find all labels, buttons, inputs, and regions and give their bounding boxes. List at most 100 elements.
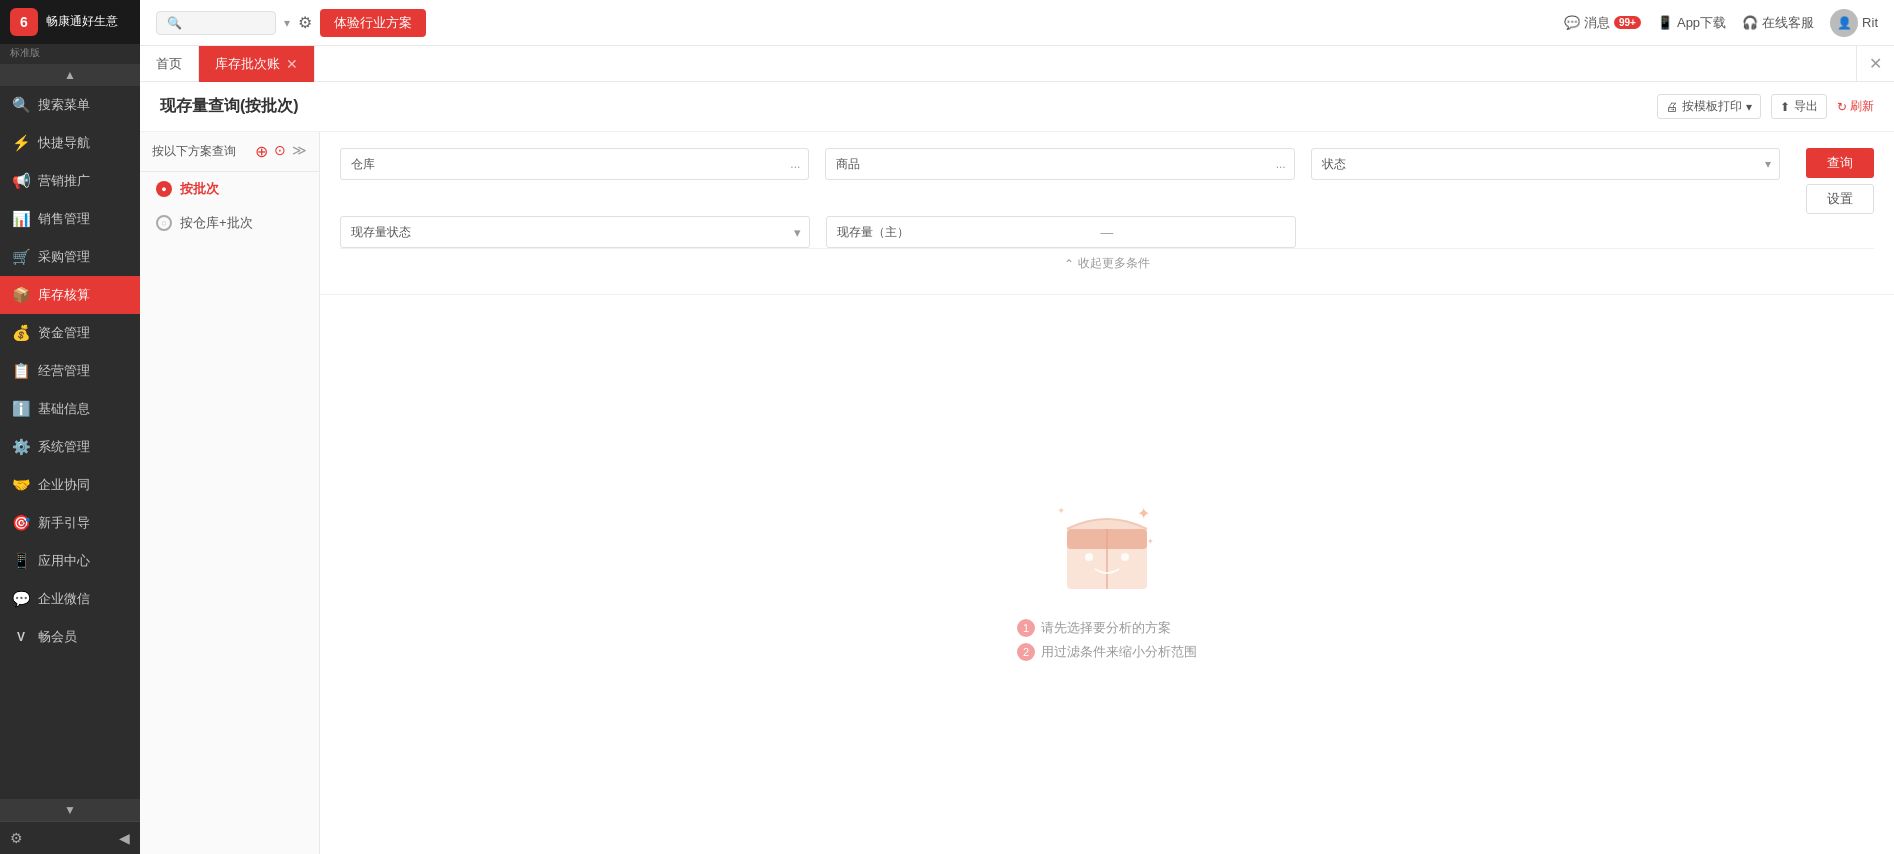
basic-info-icon: ℹ️: [12, 400, 30, 418]
status-field: 状态 ▾: [1311, 148, 1780, 180]
messages-badge: 99+: [1614, 16, 1641, 29]
inventory-icon: 📦: [12, 286, 30, 304]
sidebar-item-sales[interactable]: 📊 销售管理: [0, 200, 140, 238]
inventory-status-field: 现存量状态 ▾: [340, 216, 810, 248]
empty-tip-2: 2 用过滤条件来缩小分析范围: [1017, 643, 1197, 661]
app-download-item[interactable]: 📱 App下载: [1657, 14, 1726, 32]
filter-by-batch[interactable]: ● 按批次: [140, 172, 319, 206]
sidebar-item-app-center-label: 应用中心: [38, 552, 90, 570]
sidebar-item-purchase[interactable]: 🛒 采购管理: [0, 238, 140, 276]
print-template-btn[interactable]: 🖨 按模板打印 ▾: [1657, 94, 1761, 119]
sidebar-item-operations[interactable]: 📋 经营管理: [0, 352, 140, 390]
messages-item[interactable]: 💬 消息 99+: [1564, 14, 1641, 32]
status-dropdown-icon[interactable]: ▾: [1757, 157, 1779, 171]
sidebar-item-operations-label: 经营管理: [38, 362, 90, 380]
online-service-icon: 🎧: [1742, 15, 1758, 30]
tab-home[interactable]: 首页: [140, 46, 199, 82]
sidebar-item-app-center[interactable]: 📱 应用中心: [0, 542, 140, 580]
inventory-amount-to[interactable]: [1120, 225, 1296, 239]
sidebar-item-sales-label: 销售管理: [38, 210, 90, 228]
filter-by-warehouse-batch[interactable]: ○ 按仓库+批次: [140, 206, 319, 240]
user-profile[interactable]: 👤 Rit: [1830, 9, 1878, 37]
sidebar-scroll-up[interactable]: ▲: [0, 64, 140, 86]
topbar-search-box[interactable]: 🔍: [156, 11, 276, 35]
inventory-status-dropdown-icon[interactable]: ▾: [786, 225, 809, 240]
system-icon: ⚙️: [12, 438, 30, 456]
sidebar-footer: ⚙ ◀: [0, 821, 140, 854]
form-row-2: 现存量状态 ▾ 现存量（主） —: [340, 216, 1780, 248]
warehouse-more-icon[interactable]: ...: [782, 157, 808, 171]
export-btn[interactable]: ⬆ 导出: [1771, 94, 1827, 119]
inventory-amount-field: 现存量（主） —: [826, 216, 1296, 248]
product-more-icon[interactable]: ...: [1268, 157, 1294, 171]
filter-add-icon[interactable]: ⊕: [255, 142, 268, 161]
form-row-1: 仓库 ... 商品 ... 状态: [340, 148, 1780, 180]
sales-icon: 📊: [12, 210, 30, 228]
quicknav-icon: ⚡: [12, 134, 30, 152]
sidebar-item-inventory[interactable]: 📦 库存核算: [0, 276, 140, 314]
filter-by-warehouse-batch-label: 按仓库+批次: [180, 214, 253, 232]
sidebar-item-purchase-label: 采购管理: [38, 248, 90, 266]
sidebar-item-enterprise-label: 企业协同: [38, 476, 90, 494]
empty-tips: 1 请先选择要分析的方案 2 用过滤条件来缩小分析范围: [1017, 619, 1197, 661]
collapse-sidebar-icon[interactable]: ◀: [119, 830, 130, 846]
sidebar-scroll-down[interactable]: ▼: [0, 799, 140, 821]
inventory-status-label: 现存量状态: [341, 224, 421, 241]
sidebar-item-newbie[interactable]: 🎯 新手引导: [0, 504, 140, 542]
online-service-item[interactable]: 🎧 在线客服: [1742, 14, 1814, 32]
sidebar-item-system[interactable]: ⚙️ 系统管理: [0, 428, 140, 466]
svg-point-4: [1121, 553, 1129, 561]
svg-text:✦: ✦: [1137, 505, 1150, 522]
avatar: 👤: [1830, 9, 1858, 37]
inventory-amount-label: 现存量（主）: [827, 224, 919, 241]
app-logo: 6: [10, 8, 38, 36]
settings-btn[interactable]: 设置: [1806, 184, 1874, 214]
status-input[interactable]: [1372, 157, 1757, 171]
tab-inventory-batch[interactable]: 库存批次账 ✕: [199, 46, 315, 82]
search-box-icon: 🔍: [167, 16, 182, 30]
sidebar-item-marketing[interactable]: 📢 营销推广: [0, 162, 140, 200]
sidebar-item-finance-label: 资金管理: [38, 324, 90, 342]
wechat-icon: 💬: [12, 590, 30, 608]
filter-collapse-icon[interactable]: ≫: [292, 142, 307, 161]
sidebar-item-member-label: 畅会员: [38, 628, 77, 646]
app-version: 标准版: [0, 44, 140, 64]
close-panel-icon: ✕: [1869, 54, 1882, 73]
filter-settings-icon[interactable]: ⊙: [274, 142, 286, 161]
filter-header-label: 按以下方案查询: [152, 143, 236, 160]
experience-btn[interactable]: 体验行业方案: [320, 9, 426, 37]
sidebar-item-member[interactable]: V 畅会员: [0, 618, 140, 656]
warehouse-label: 仓库: [341, 156, 401, 173]
tab-panel-close-btn[interactable]: ✕: [1856, 46, 1894, 82]
product-input[interactable]: [886, 157, 1267, 171]
tab-inventory-batch-label: 库存批次账: [215, 55, 280, 73]
form-actions: 查询 设置: [1806, 148, 1874, 214]
warehouse-input[interactable]: [401, 157, 782, 171]
product-field: 商品 ...: [825, 148, 1294, 180]
sidebar-item-wechat[interactable]: 💬 企业微信: [0, 580, 140, 618]
topbar-dropdown-icon[interactable]: ▾: [284, 16, 290, 30]
main-area: 🔍 ▾ ⚙ 体验行业方案 💬 消息 99+ 📱 App下载 🎧 在线客服: [140, 0, 1894, 854]
sidebar-item-search[interactable]: 🔍 搜索菜单: [0, 86, 140, 124]
tab-close-icon[interactable]: ✕: [286, 57, 298, 71]
inventory-amount-from[interactable]: [919, 225, 1095, 239]
refresh-btn[interactable]: ↻ 刷新: [1837, 98, 1874, 115]
inventory-status-select[interactable]: [421, 225, 786, 239]
query-btn[interactable]: 查询: [1806, 148, 1874, 178]
topbar-gear-icon[interactable]: ⚙: [298, 13, 312, 32]
search-nav-icon: 🔍: [12, 96, 30, 114]
settings-footer-icon[interactable]: ⚙: [10, 830, 23, 846]
sidebar-item-inventory-label: 库存核算: [38, 286, 90, 304]
sidebar-item-quicknav[interactable]: ⚡ 快捷导航: [0, 124, 140, 162]
sidebar-item-basic-info[interactable]: ℹ️ 基础信息: [0, 390, 140, 428]
empty-tip-1-text: 请先选择要分析的方案: [1041, 619, 1171, 637]
sidebar-item-marketing-label: 营销推广: [38, 172, 90, 190]
page-title: 现存量查询(按批次): [160, 96, 299, 117]
sidebar-item-finance[interactable]: 💰 资金管理: [0, 314, 140, 352]
sidebar-item-wechat-label: 企业微信: [38, 590, 90, 608]
sidebar-item-newbie-label: 新手引导: [38, 514, 90, 532]
app-download-label: App下载: [1677, 14, 1726, 32]
sidebar-item-enterprise[interactable]: 🤝 企业协同: [0, 466, 140, 504]
sidebar-nav: 🔍 搜索菜单 ⚡ 快捷导航 📢 营销推广 📊 销售管理 🛒 采购管理 📦 库存核…: [0, 86, 140, 799]
collapse-bar[interactable]: ⌃ 收起更多条件: [340, 248, 1874, 278]
